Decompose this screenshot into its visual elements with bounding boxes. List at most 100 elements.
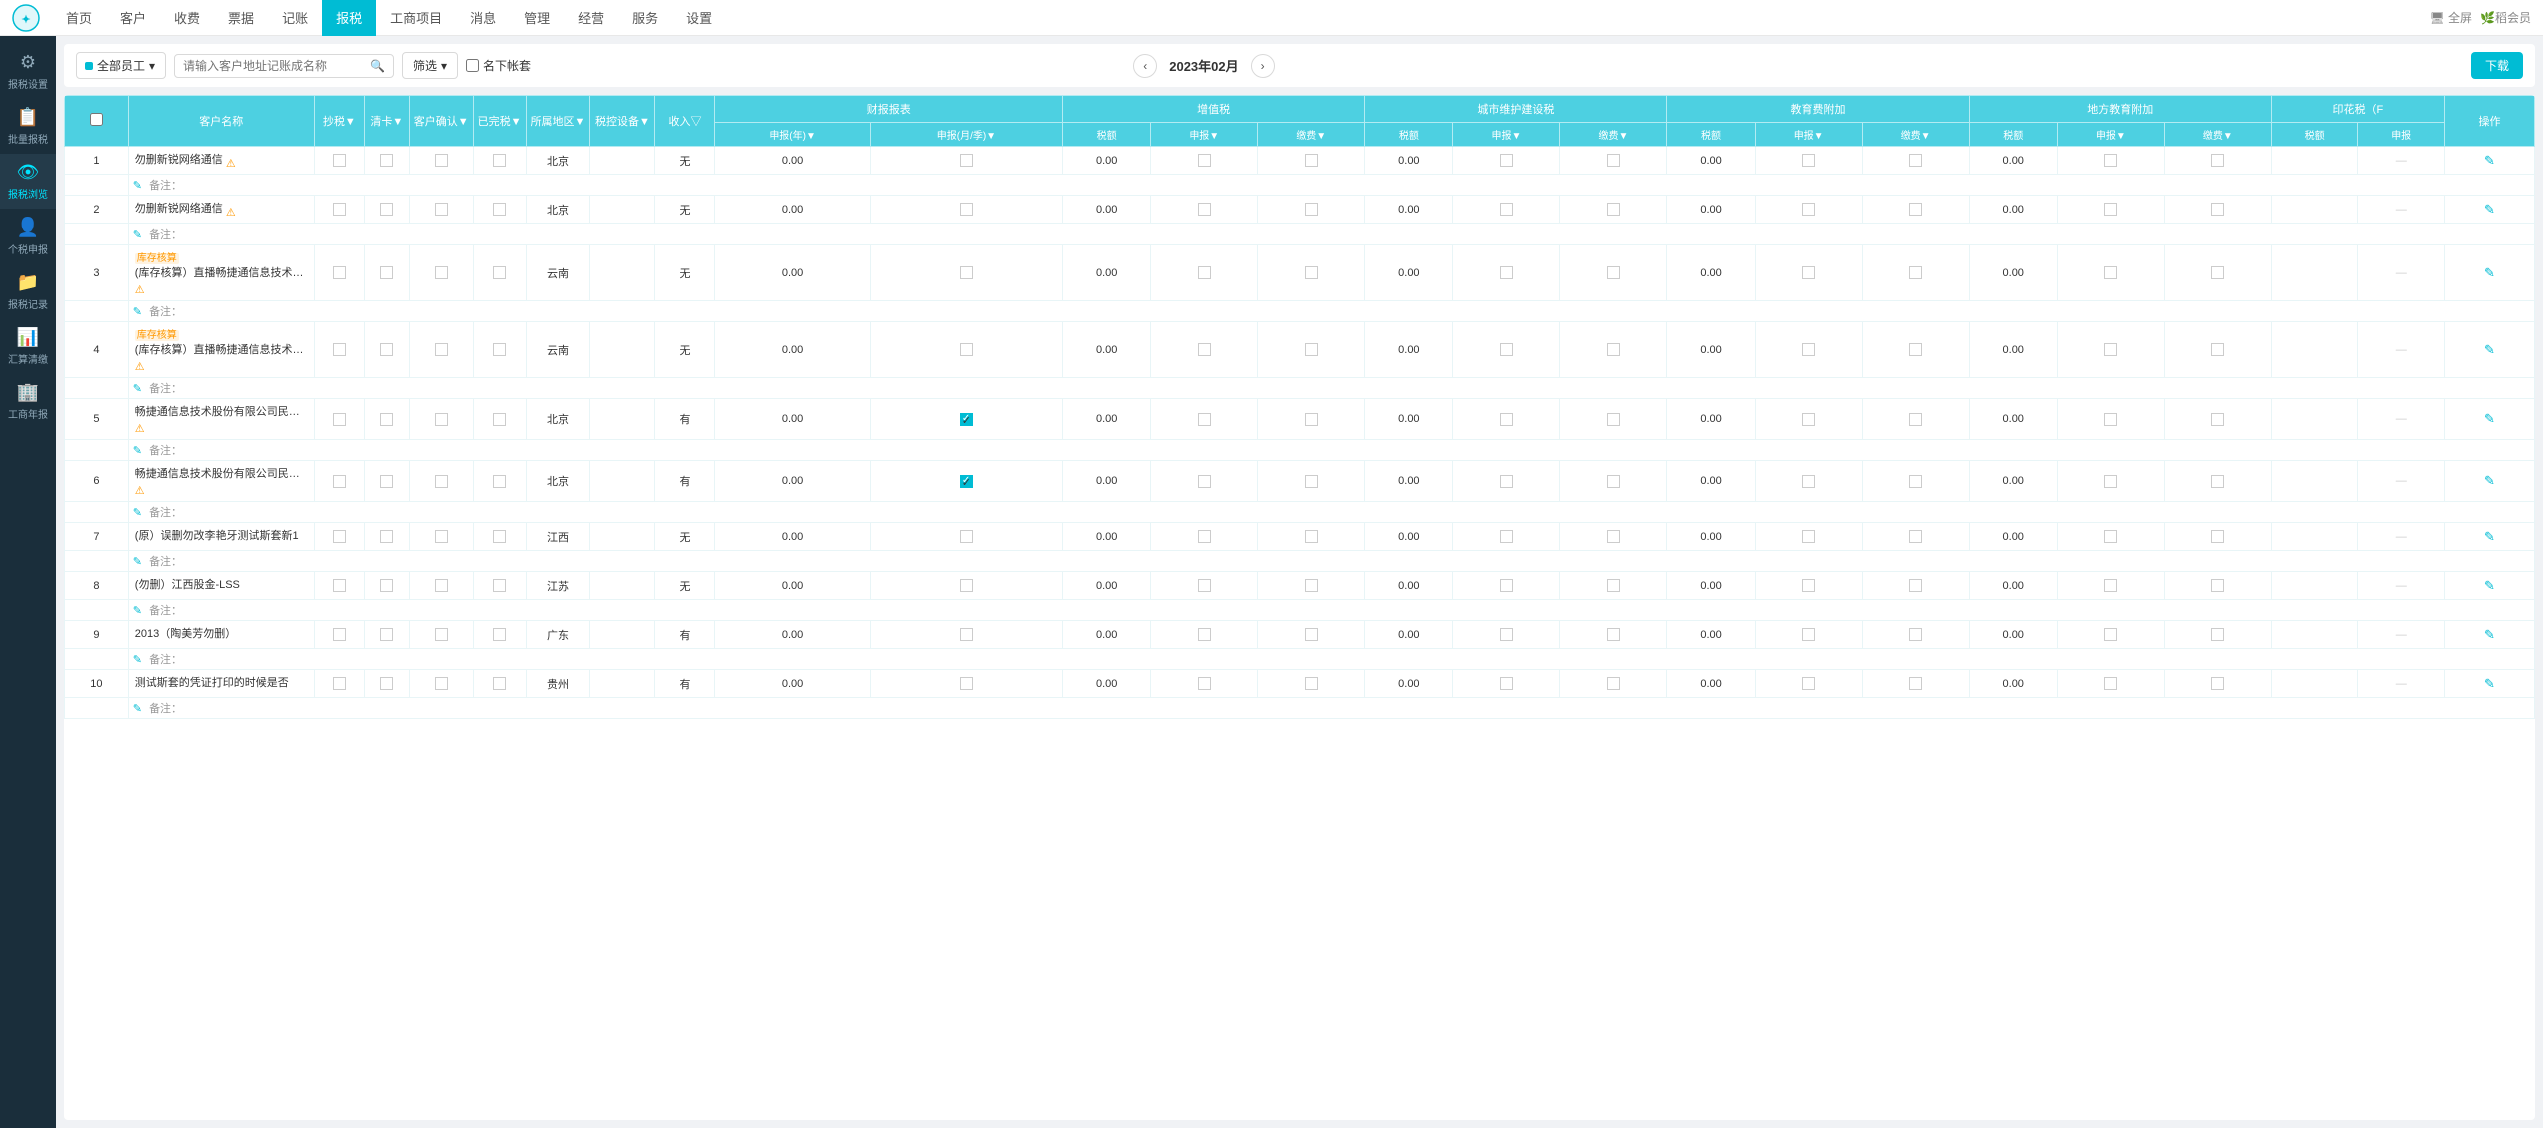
client-confirm-checkbox[interactable] <box>435 579 448 592</box>
done-tax-checkbox[interactable] <box>493 343 506 356</box>
vat-declare-checkbox[interactable] <box>1198 530 1211 543</box>
local-pay-checkbox[interactable] <box>2211 628 2224 641</box>
city-declare-checkbox[interactable] <box>1500 266 1513 279</box>
local-declare-checkbox[interactable] <box>2104 677 2117 690</box>
edit-note-icon[interactable]: ✎ <box>133 306 142 318</box>
done-tax-checkbox[interactable] <box>493 475 506 488</box>
vat-pay-checkbox[interactable] <box>1305 530 1318 543</box>
edit-note-icon[interactable]: ✎ <box>133 445 142 457</box>
vat-declare-checkbox[interactable] <box>1198 203 1211 216</box>
local-pay-checkbox[interactable] <box>2211 203 2224 216</box>
done-tax-checkbox[interactable] <box>493 266 506 279</box>
city-declare-checkbox[interactable] <box>1500 475 1513 488</box>
client-confirm-checkbox[interactable] <box>435 203 448 216</box>
fr-month-checkbox[interactable] <box>960 628 973 641</box>
vat-pay-checkbox[interactable] <box>1305 413 1318 426</box>
edu-declare-checkbox[interactable] <box>1802 154 1815 167</box>
edu-pay-checkbox[interactable] <box>1909 266 1922 279</box>
fr-month-checkbox[interactable] <box>960 203 973 216</box>
city-pay-checkbox[interactable] <box>1607 579 1620 592</box>
copy-tax-checkbox[interactable] <box>333 203 346 216</box>
edit-note-icon[interactable]: ✎ <box>133 654 142 666</box>
clear-card-checkbox[interactable] <box>380 677 393 690</box>
fr-month-checkbox[interactable] <box>960 266 973 279</box>
vat-pay-checkbox[interactable] <box>1305 475 1318 488</box>
client-confirm-checkbox[interactable] <box>435 475 448 488</box>
client-confirm-checkbox[interactable] <box>435 343 448 356</box>
fr-month-checkbox[interactable] <box>960 530 973 543</box>
nav-bookkeeping[interactable]: 记账 <box>268 0 322 36</box>
copy-tax-checkbox[interactable] <box>333 530 346 543</box>
edu-pay-checkbox[interactable] <box>1909 343 1922 356</box>
clear-card-checkbox[interactable] <box>380 413 393 426</box>
edit-icon[interactable]: ✎ <box>2484 627 2495 642</box>
edit-icon[interactable]: ✎ <box>2484 473 2495 488</box>
edit-note-icon[interactable]: ✎ <box>133 507 142 519</box>
vat-declare-checkbox[interactable] <box>1198 628 1211 641</box>
local-pay-checkbox[interactable] <box>2211 530 2224 543</box>
vat-pay-checkbox[interactable] <box>1305 343 1318 356</box>
edu-declare-checkbox[interactable] <box>1802 628 1815 641</box>
city-declare-checkbox[interactable] <box>1500 579 1513 592</box>
employee-filter[interactable]: 全部员工 ▾ <box>76 52 166 79</box>
sidebar-item-settlement[interactable]: 📊 汇算清缴 <box>0 319 56 374</box>
edit-icon[interactable]: ✎ <box>2484 411 2495 426</box>
copy-tax-checkbox[interactable] <box>333 266 346 279</box>
sidebar-item-tax-browse[interactable]: 👁 报税浏览 <box>0 154 56 209</box>
clear-card-checkbox[interactable] <box>380 475 393 488</box>
edu-pay-checkbox[interactable] <box>1909 154 1922 167</box>
edit-note-icon[interactable]: ✎ <box>133 180 142 192</box>
fr-month-checkbox[interactable] <box>960 343 973 356</box>
local-pay-checkbox[interactable] <box>2211 343 2224 356</box>
edu-declare-checkbox[interactable] <box>1802 413 1815 426</box>
nav-operate[interactable]: 经营 <box>564 0 618 36</box>
nav-message[interactable]: 消息 <box>456 0 510 36</box>
sidebar-item-personal-tax[interactable]: 👤 个税申报 <box>0 209 56 264</box>
edit-note-icon[interactable]: ✎ <box>133 703 142 715</box>
edit-icon[interactable]: ✎ <box>2484 676 2495 691</box>
fr-month-checkbox[interactable] <box>960 579 973 592</box>
vat-pay-checkbox[interactable] <box>1305 677 1318 690</box>
member-btn[interactable]: 🌿稻会员 <box>2480 9 2531 26</box>
edit-icon[interactable]: ✎ <box>2484 153 2495 168</box>
edit-icon[interactable]: ✎ <box>2484 578 2495 593</box>
nav-invoice[interactable]: 票据 <box>214 0 268 36</box>
local-declare-checkbox[interactable] <box>2104 154 2117 167</box>
vat-pay-checkbox[interactable] <box>1305 628 1318 641</box>
clear-card-checkbox[interactable] <box>380 266 393 279</box>
download-button[interactable]: 下载 <box>2471 52 2523 79</box>
edit-icon[interactable]: ✎ <box>2484 265 2495 280</box>
edit-icon[interactable]: ✎ <box>2484 202 2495 217</box>
city-pay-checkbox[interactable] <box>1607 677 1620 690</box>
vat-pay-checkbox[interactable] <box>1305 154 1318 167</box>
client-confirm-checkbox[interactable] <box>435 413 448 426</box>
edu-pay-checkbox[interactable] <box>1909 530 1922 543</box>
edu-pay-checkbox[interactable] <box>1909 203 1922 216</box>
city-declare-checkbox[interactable] <box>1500 154 1513 167</box>
done-tax-checkbox[interactable] <box>493 530 506 543</box>
city-pay-checkbox[interactable] <box>1607 343 1620 356</box>
edu-pay-checkbox[interactable] <box>1909 475 1922 488</box>
copy-tax-checkbox[interactable] <box>333 628 346 641</box>
nav-home[interactable]: 首页 <box>52 0 106 36</box>
vat-declare-checkbox[interactable] <box>1198 677 1211 690</box>
city-pay-checkbox[interactable] <box>1607 628 1620 641</box>
edu-pay-checkbox[interactable] <box>1909 413 1922 426</box>
clear-card-checkbox[interactable] <box>380 628 393 641</box>
copy-tax-checkbox[interactable] <box>333 475 346 488</box>
vat-declare-checkbox[interactable] <box>1198 579 1211 592</box>
nav-client[interactable]: 客户 <box>106 0 160 36</box>
nav-tax[interactable]: 报税 <box>322 0 376 36</box>
nav-settings[interactable]: 设置 <box>672 0 726 36</box>
vat-declare-checkbox[interactable] <box>1198 413 1211 426</box>
filter-button[interactable]: 筛选 ▾ <box>402 52 458 79</box>
client-confirm-checkbox[interactable] <box>435 154 448 167</box>
local-declare-checkbox[interactable] <box>2104 343 2117 356</box>
city-pay-checkbox[interactable] <box>1607 530 1620 543</box>
local-declare-checkbox[interactable] <box>2104 475 2117 488</box>
local-pay-checkbox[interactable] <box>2211 579 2224 592</box>
fr-month-checkbox[interactable]: ✓ <box>960 413 973 426</box>
prev-month-btn[interactable]: ‹ <box>1133 54 1157 78</box>
clear-card-checkbox[interactable] <box>380 343 393 356</box>
vat-declare-checkbox[interactable] <box>1198 343 1211 356</box>
